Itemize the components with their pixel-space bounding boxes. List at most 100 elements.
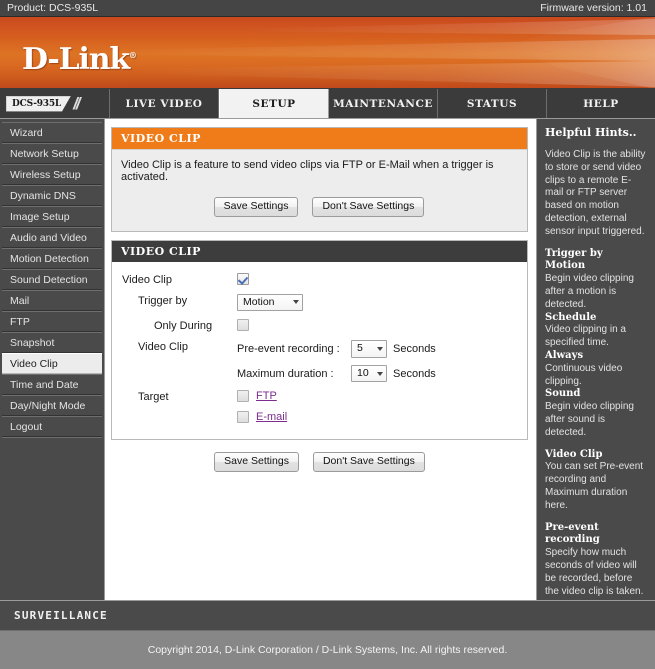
sidebar-item-wireless-setup[interactable]: Wireless Setup	[2, 164, 102, 185]
save-settings-button-top[interactable]: Save Settings	[213, 197, 299, 217]
tab-maintenance[interactable]: MAINTENANCE	[329, 89, 438, 118]
model-badge: DCS-935L //	[0, 89, 110, 118]
helpful-hints-panel: Helpful Hints.. Video Clip is the abilit…	[536, 119, 655, 600]
chevron-down-icon	[377, 371, 383, 376]
target-ftp-link[interactable]: FTP	[256, 390, 277, 402]
surveillance-label: SURVEILLANCE	[14, 609, 108, 622]
maximum-duration-line: Maximum duration : 10 Seconds	[237, 364, 517, 383]
intro-description: Video Clip is a feature to send video cl…	[121, 159, 494, 183]
pre-event-recording-select[interactable]: 5	[351, 340, 387, 358]
hint-group-video-clip: Video Clip You can set Pre-event recordi…	[545, 449, 648, 513]
hint-heading-video-clip: Video Clip	[545, 448, 603, 460]
chevron-down-icon	[293, 300, 299, 305]
hint-heading-pre-event-recording: Pre-event recording	[545, 521, 600, 546]
trademark-mark: ®	[128, 50, 137, 60]
hint-heading-sound: Sound	[545, 388, 581, 400]
trigger-by-value: Motion	[243, 295, 275, 308]
intro-panel-body: Video Clip is a feature to send video cl…	[112, 150, 527, 231]
hint-group-pre-event: Pre-event recording Specify how much sec…	[545, 522, 648, 599]
sidebar-item-snapshot[interactable]: Snapshot	[2, 332, 102, 353]
target-email-link[interactable]: E-mail	[256, 411, 287, 423]
sidebar-item-network-setup[interactable]: Network Setup	[2, 143, 102, 164]
surveillance-bar: SURVEILLANCE	[0, 601, 655, 631]
pre-event-recording-line: Pre-event recording : 5 Seconds	[237, 340, 517, 358]
hint-body-motion: Begin video clipping after a motion is d…	[545, 273, 634, 310]
sidebar-item-audio-and-video[interactable]: Audio and Video	[2, 227, 102, 248]
maximum-duration-select[interactable]: 10	[351, 364, 387, 383]
hint-body-sound: Begin video clipping after sound is dete…	[545, 401, 634, 438]
label-trigger-by: Trigger by	[138, 294, 188, 307]
control-video-clip-timing: Pre-event recording : 5 Seconds Maximum …	[237, 340, 517, 383]
unit-pre-event-seconds: Seconds	[393, 343, 436, 355]
sidebar-item-image-setup[interactable]: Image Setup	[2, 206, 102, 227]
save-settings-button-bottom[interactable]: Save Settings	[214, 452, 299, 473]
row-trigger-by: Trigger by Motion	[122, 293, 517, 312]
tab-status[interactable]: STATUS	[438, 89, 547, 118]
sidebar-item-video-clip[interactable]: Video Clip	[2, 353, 102, 374]
label-target: Target	[138, 391, 169, 404]
hint-body-always: Continuous video clipping.	[545, 362, 623, 387]
sidebar-item-wizard[interactable]: Wizard	[2, 122, 102, 143]
sidebar-item-motion-detection[interactable]: Motion Detection	[2, 248, 102, 269]
sidebar-item-sound-detection[interactable]: Sound Detection	[2, 269, 102, 290]
sidebar-item-time-and-date[interactable]: Time and Date	[2, 374, 102, 395]
target-ftp-checkbox[interactable]	[237, 390, 249, 403]
form-panel-title: VIDEO CLIP	[112, 240, 527, 262]
tab-setup[interactable]: SETUP	[219, 89, 329, 118]
hint-group-trigger-by: Trigger by Motion Begin video clipping a…	[545, 248, 648, 440]
hints-title: Helpful Hints..	[545, 126, 637, 139]
control-only-during	[237, 319, 517, 332]
row-video-clip-timing: Video Clip Pre-event recording : 5 Secon…	[122, 340, 517, 383]
video-clip-enable-checkbox[interactable]	[237, 272, 249, 285]
form-button-row: Save Settings Don't Save Settings	[111, 440, 528, 473]
video-clip-form-panel: VIDEO CLIP Video Clip Trigger by Motion	[111, 239, 528, 441]
sidebar-item-logout[interactable]: Logout	[2, 416, 102, 437]
hints-intro: Video Clip is the ability to store or se…	[545, 149, 646, 237]
tab-live-video[interactable]: LIVE VIDEO	[110, 89, 219, 118]
trigger-by-select[interactable]: Motion	[237, 293, 303, 312]
hint-subheading-motion: Motion	[545, 260, 586, 272]
control-target: FTP E-mail	[237, 390, 517, 424]
product-bar: Product: DCS-935L Firmware version: 1.01	[0, 0, 655, 17]
model-badge-label: DCS-935L	[6, 95, 72, 112]
copyright-bar: Copyright 2014, D-Link Corporation / D-L…	[0, 631, 655, 669]
sidebar-filler	[2, 437, 102, 600]
sidebar-item-ftp[interactable]: FTP	[2, 311, 102, 332]
target-email-checkbox[interactable]	[237, 411, 249, 424]
firmware-version: Firmware version: 1.01	[540, 2, 647, 14]
badge-slashes-decoration: //	[73, 94, 81, 113]
intro-button-row: Save Settings Don't Save Settings	[121, 197, 517, 219]
control-trigger-by: Motion	[237, 293, 517, 312]
target-email-line: E-mail	[237, 411, 517, 424]
sidebar-item-day-night-mode[interactable]: Day/Night Mode	[2, 395, 102, 416]
label-maximum-duration: Maximum duration :	[237, 367, 334, 380]
main-content: VIDEO CLIP Video Clip is a feature to se…	[105, 119, 536, 600]
dlink-logo: D-Link®	[22, 45, 137, 75]
target-ftp-line: FTP	[237, 390, 517, 403]
tab-help[interactable]: HELP	[547, 89, 655, 118]
dlink-logo-text: D-Link	[22, 42, 130, 77]
copyright-text: Copyright 2014, D-Link Corporation / D-L…	[147, 644, 508, 656]
only-during-checkbox[interactable]	[237, 319, 249, 332]
sidebar: Wizard Network Setup Wireless Setup Dyna…	[0, 119, 105, 600]
brand-banner: D-Link®	[0, 17, 655, 89]
row-only-during: Only During	[122, 319, 517, 332]
sidebar-item-mail[interactable]: Mail	[2, 290, 102, 311]
label-video-clip: Video Clip	[122, 273, 172, 286]
hint-heading-trigger-by: Trigger by	[545, 247, 603, 259]
label-pre-event-recording: Pre-event recording :	[237, 343, 340, 355]
row-video-clip-enable: Video Clip	[122, 272, 517, 286]
product-name: Product: DCS-935L	[7, 2, 99, 14]
main-navigation: DCS-935L // LIVE VIDEO SETUP MAINTENANCE…	[0, 89, 655, 119]
sidebar-item-dynamic-dns[interactable]: Dynamic DNS	[2, 185, 102, 206]
maximum-duration-value: 10	[357, 366, 369, 379]
intro-panel-title: VIDEO CLIP	[112, 128, 527, 150]
dont-save-settings-button-top[interactable]: Don't Save Settings	[312, 197, 425, 217]
dont-save-settings-button-bottom[interactable]: Don't Save Settings	[312, 452, 425, 473]
pre-event-recording-value: 5	[357, 342, 363, 355]
page-body: Wizard Network Setup Wireless Setup Dyna…	[0, 119, 655, 601]
hint-heading-always: Always	[545, 350, 584, 362]
unit-max-duration-seconds: Seconds	[393, 367, 436, 380]
control-video-clip-enable	[237, 272, 517, 285]
label-only-during: Only During	[154, 320, 213, 333]
